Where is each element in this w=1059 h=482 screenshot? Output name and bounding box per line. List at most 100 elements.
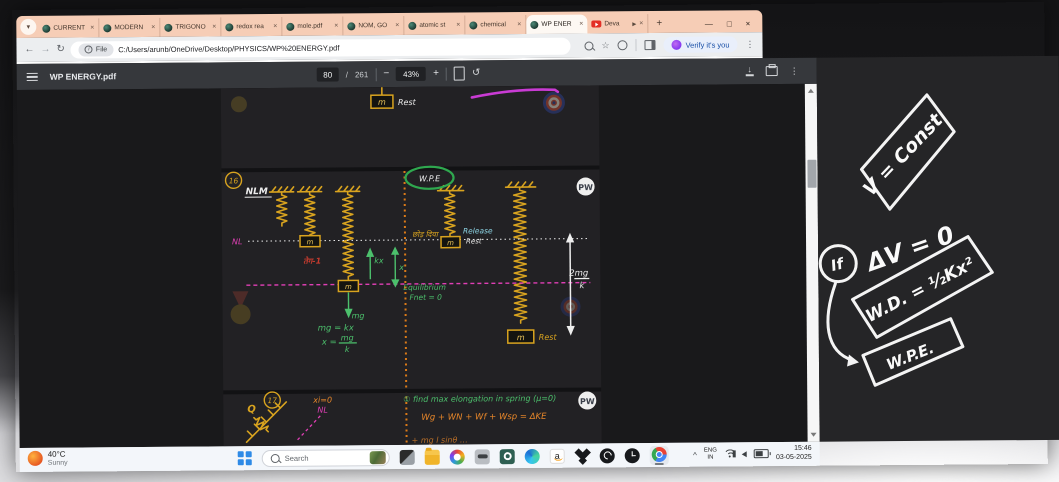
tab-chemical[interactable]: chemical × [465,15,527,35]
pdf-more-menu-icon[interactable]: ⋮ [790,65,799,76]
scroll-up-icon[interactable] [807,88,814,93]
annotation-side-area [816,55,1059,442]
zoom-level-input[interactable]: 43% [396,66,427,82]
page-total: 261 [354,69,369,79]
zoom-in-button[interactable]: + [433,68,439,79]
weather-widget[interactable]: 40°C Sunny [27,450,68,468]
pdf-page-canvas: m Rest 16 NLM NL m m m m Rest तेग-1 kx x… [220,85,602,447]
site-favicon [286,22,295,31]
tab-atomic[interactable]: atomic st × [404,15,466,35]
minimize-button[interactable]: — [705,20,713,29]
tab-label: NOM, GO [358,22,388,30]
tab-mole-pdf[interactable]: mole.pdf × [282,16,344,36]
svg-text:+ mg l sinθ …: + mg l sinθ … [412,435,468,444]
tab-youtube-deva[interactable]: Deva × [587,14,649,34]
rotate-icon[interactable]: ↺ [472,67,480,78]
dropbox-icon[interactable] [573,447,591,465]
tab-close-icon[interactable]: × [212,23,216,30]
zoom-icon[interactable] [584,40,594,51]
chrome-active-app[interactable] [649,445,669,465]
tab-trigono[interactable]: TRIGONO × [160,17,222,37]
site-favicon [225,22,234,31]
battery-icon[interactable] [753,449,769,459]
print-icon[interactable] [765,66,778,77]
tab-close-icon[interactable]: × [90,24,94,31]
new-tab-button[interactable]: + [651,15,667,31]
tab-close-icon[interactable]: × [517,21,521,28]
svg-text:k: k [345,345,350,354]
tab-nom[interactable]: NOM, GO × [343,15,405,36]
search-highlight-image[interactable] [369,450,386,464]
info-icon: i [84,45,93,54]
file-explorer-icon[interactable] [424,449,440,465]
fit-page-icon[interactable] [453,66,466,81]
tray-time: 15:46 [794,444,812,452]
browser-menu-icon[interactable]: ⋮ [745,39,754,50]
reload-button[interactable]: ↻ [56,44,64,55]
svg-text:छोड़ दिया: छोड़ दिया [412,230,440,239]
language-indicator[interactable]: ENG IN [704,447,717,461]
tab-current[interactable]: CURRENT × [38,18,100,38]
utility-app-icon[interactable] [474,448,490,464]
tab-close-icon[interactable]: × [395,22,399,29]
svg-text:Wg + WN + Wf + Wsp = ΔKE: Wg + WN + Wf + Wsp = ΔKE [421,412,547,423]
tab-search-button[interactable]: ▾ [20,18,37,35]
background-dartboard [542,91,565,114]
bookmark-star-icon[interactable]: ☆ [601,40,609,51]
svg-text:NL: NL [317,406,328,415]
pdf-toolbar-actions: ↓ ⋮ [745,65,799,77]
taskbar-search[interactable]: Search [261,448,390,467]
back-button[interactable]: ← [24,44,34,55]
tab-label: chemical [480,21,507,29]
site-favicon [103,23,112,32]
tray-overflow-icon[interactable]: ^ [693,451,697,460]
tab-close-icon[interactable]: × [151,24,155,31]
system-tray: ^ ENG IN 15:46 03-05-2025 [693,444,812,464]
tab-modern[interactable]: MODERN × [99,17,161,38]
tab-redox[interactable]: redox rea × [221,16,283,37]
tab-label: Deva [604,20,620,28]
maximize-button[interactable]: □ [727,19,732,28]
download-icon[interactable]: ↓ [745,65,754,77]
volume-icon[interactable] [741,450,747,457]
url-text: C:/Users/arunb/OneDrive/Desktop/PHYSICS/… [118,42,340,54]
audio-playing-icon[interactable] [632,21,637,26]
scroll-down-icon[interactable] [810,432,817,437]
amazon-app-icon[interactable]: a [549,448,565,464]
camera-app-icon[interactable] [499,448,515,464]
tab-label: MODERN [114,24,144,32]
pdf-menu-icon[interactable] [26,72,38,82]
start-button[interactable] [237,451,252,465]
forward-button[interactable]: → [40,44,50,55]
verify-label: Verify it's you [685,39,730,50]
clock-datetime[interactable]: 15:46 03-05-2025 [776,445,812,463]
taskbar-center: Search a [237,445,669,467]
svg-text:16: 16 [229,176,239,185]
background-glow [230,96,247,113]
file-scheme-chip[interactable]: i File [78,42,114,57]
clock-app-icon[interactable] [624,447,640,463]
tab-close-icon[interactable]: × [579,21,583,28]
tab-close-icon[interactable]: × [334,22,338,29]
tab-close-icon[interactable]: × [639,20,643,27]
svg-text:Rest: Rest [466,237,482,245]
whatsapp-icon[interactable] [599,447,615,463]
tab-wp-energy-active[interactable]: WP ENER × [526,14,588,35]
side-panel-icon[interactable] [644,40,656,51]
omnibox[interactable]: i File C:/Users/arunb/OneDrive/Desktop/P… [70,37,571,59]
active-app-indicator [654,462,664,465]
tab-close-icon[interactable]: × [273,23,277,30]
pdf-viewport[interactable]: m Rest 16 NLM NL m m m m Rest तेग-1 kx x… [16,83,820,449]
photos-app-icon[interactable] [449,449,465,465]
zoom-out-button[interactable]: − [383,68,389,79]
close-button[interactable]: × [746,19,751,28]
task-view-icon[interactable] [399,449,415,465]
edge-browser-icon[interactable] [524,448,540,464]
chrome-icon[interactable] [651,446,667,462]
scrollbar-thumb[interactable] [806,159,817,188]
extensions-icon[interactable] [617,40,628,51]
tab-close-icon[interactable]: × [456,22,460,29]
page-number-input[interactable]: 80 [316,67,339,82]
verify-profile-button[interactable]: Verify it's you [663,36,738,53]
profile-avatar [671,39,682,50]
